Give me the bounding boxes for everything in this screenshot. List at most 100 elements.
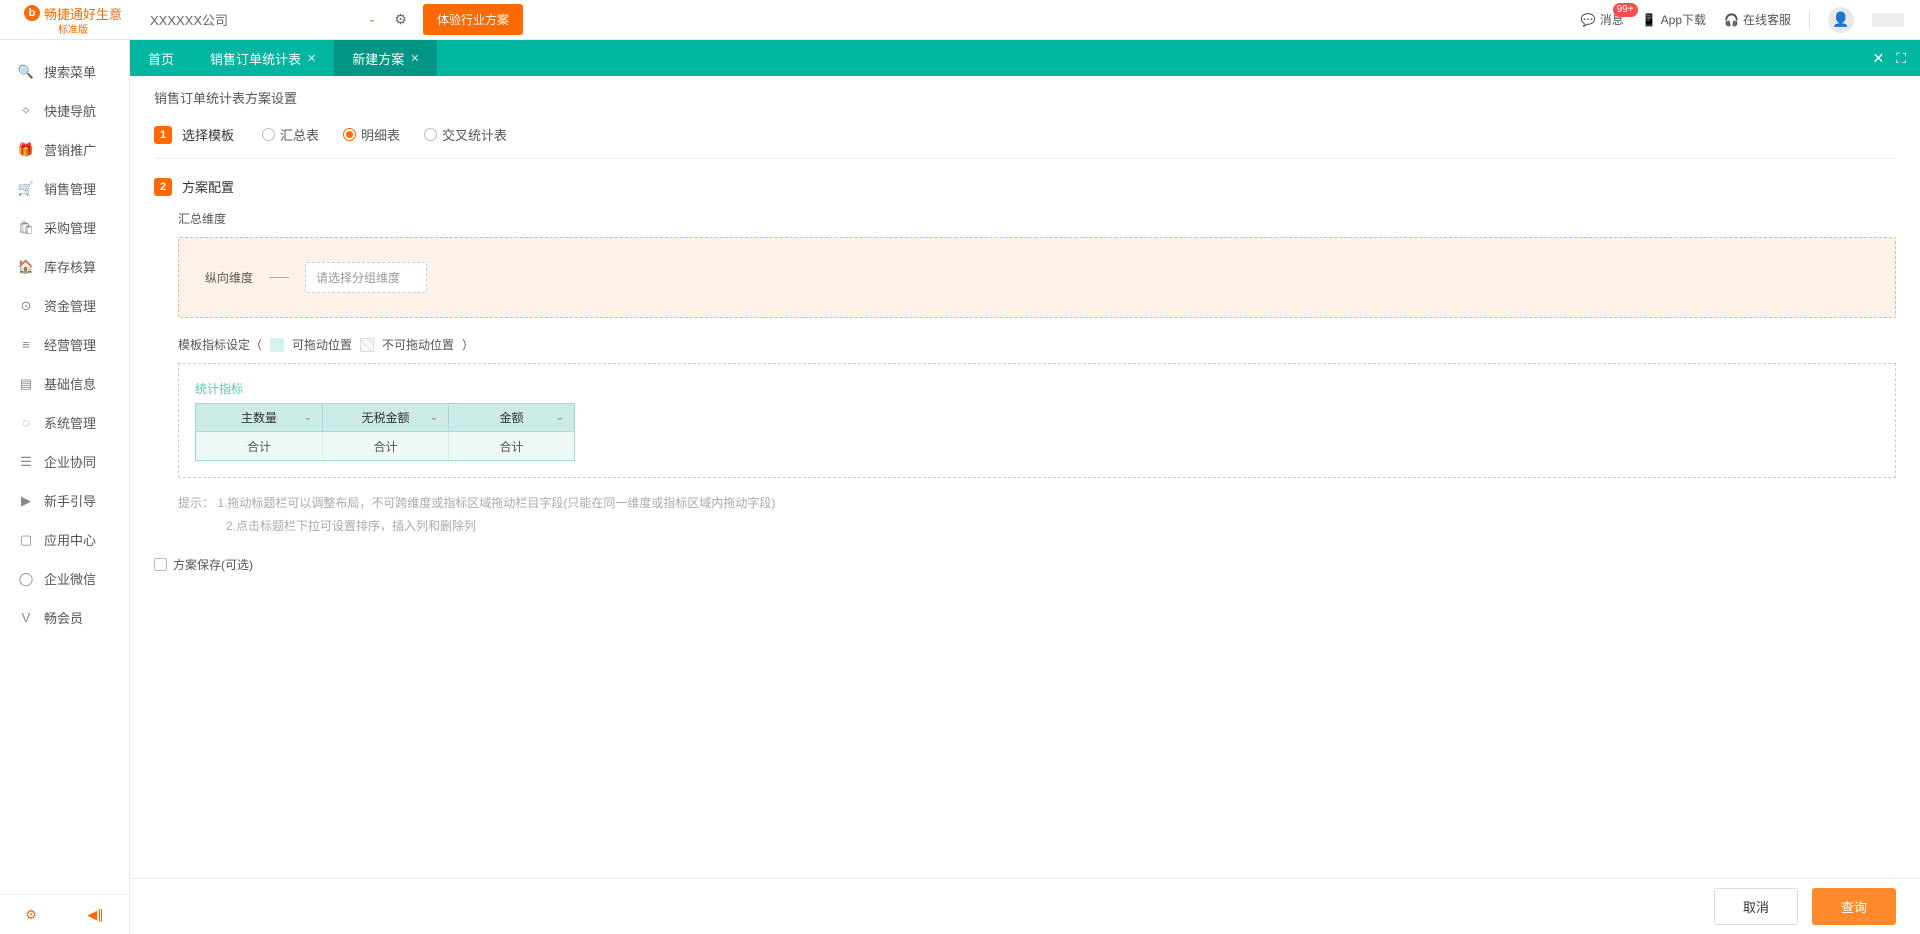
main: 首页销售订单统计表✕新建方案✕ ✕ ⛶ 销售订单统计表方案设置 1 选择模板 汇… [130,40,1920,934]
sidebar-icon: 🛒 [18,181,34,197]
gear-icon[interactable]: ⚙ [394,11,407,28]
sidebar-item-label: 销售管理 [44,179,96,198]
app-download-link[interactable]: 📱 App下载 [1642,11,1706,28]
sidebar-item-14[interactable]: V畅会员 [0,598,129,637]
close-icon[interactable]: ✕ [307,52,316,65]
divider [154,158,1896,159]
sidebar-item-label: 快捷导航 [44,101,96,120]
divider [1809,11,1810,29]
metric-header-cell[interactable]: 金额⌄ [448,404,574,432]
sidebar-item-label: 企业微信 [44,569,96,588]
sidebar-icon: 🛍 [18,220,34,236]
sidebar-item-label: 库存核算 [44,257,96,276]
legend-draggable-swatch [270,338,284,352]
sidebar-icon: ≡ [18,337,34,353]
sidebar-icon: 🔍 [18,64,34,80]
company-selector[interactable]: XXXXXX公司 ⌄ [150,10,376,29]
tab-0[interactable]: 首页 [130,40,192,76]
sidebar-item-0[interactable]: 🔍 搜索菜单 [0,52,129,91]
step-2-row: 2 方案配置 [154,177,1896,196]
sidebar-item-8[interactable]: ▤基础信息 [0,364,129,403]
collapse-icon[interactable]: ◀∥ [87,907,104,923]
settings-icon[interactable]: ⚙ [25,907,37,923]
sidebar-item-9[interactable]: ◌ 系统管理 [0,403,129,442]
step-1-row: 1 选择模板 汇总表 明细表 交叉统计表 [154,125,1896,144]
template-radio[interactable]: 汇总表 [262,125,319,144]
radio-label: 明细表 [361,125,400,144]
sidebar-item-7[interactable]: ≡ 经营管理 [0,325,129,364]
logo[interactable]: b 畅捷通好生意 标准版 [16,4,130,36]
step-1-label: 选择模板 [182,125,234,144]
chevron-down-icon[interactable]: ⌄ [556,412,564,423]
chevron-down-icon[interactable]: ⌄ [430,412,438,423]
sidebar-item-11[interactable]: ▶新手引导 [0,481,129,520]
sidebar-item-label: 经营管理 [44,335,96,354]
metric-table: 主数量⌄无税金额⌄金额⌄ 合计合计合计 [195,403,575,461]
tab-label: 销售订单统计表 [210,49,301,68]
sidebar-item-label: 系统管理 [44,413,96,432]
template-radio-group: 汇总表 明细表 交叉统计表 [262,125,507,144]
query-button[interactable]: 查询 [1812,888,1896,925]
save-plan-row: 方案保存(可选) [154,556,1896,573]
template-radio[interactable]: 明细表 [343,125,400,144]
sidebar-item-label: 采购管理 [44,218,96,237]
sidebar-item-label: 企业协同 [44,452,96,471]
username[interactable] [1872,13,1904,27]
metric-header-cell[interactable]: 主数量⌄ [196,404,322,432]
save-plan-checkbox[interactable] [154,558,167,571]
metric-dropzone: 统计指标 主数量⌄无税金额⌄金额⌄ 合计合计合计 [178,363,1896,478]
sidebar-item-12[interactable]: ▢应用中心 [0,520,129,559]
sidebar-item-label: 搜索菜单 [44,62,96,81]
sidebar-item-label: 资金管理 [44,296,96,315]
chevron-down-icon[interactable]: ⌄ [304,412,312,423]
avatar[interactable]: 👤 [1828,7,1854,33]
cancel-button[interactable]: 取消 [1714,888,1798,925]
headset-icon: 🎧 [1724,13,1739,27]
message-icon: 💬 [1581,13,1596,27]
sidebar-footer: ⚙ ◀∥ [0,894,129,934]
sidebar-icon: ⊙ [18,298,34,314]
content: 销售订单统计表方案设置 1 选择模板 汇总表 明细表 交叉统计表 2 方案配置 汇总… [130,76,1920,934]
summary-dim-label: 汇总维度 [178,210,1896,227]
sidebar-item-1[interactable]: ✧ 快捷导航 [0,91,129,130]
vertical-dim-label: 纵向维度 [203,269,253,286]
radio-icon [424,128,437,141]
close-icon[interactable]: ✕ [410,52,419,65]
chevron-down-icon: ⌄ [368,14,376,25]
sidebar-item-5[interactable]: 🏠 库存核算 [0,247,129,286]
sidebar-icon: ▢ [18,532,34,548]
step-1-badge: 1 [154,126,172,144]
sidebar-item-2[interactable]: 🎁营销推广 [0,130,129,169]
save-plan-label: 方案保存(可选) [173,556,253,573]
sidebar-icon: 🏠 [18,259,34,275]
template-radio[interactable]: 交叉统计表 [424,125,507,144]
sidebar-item-13[interactable]: ◯企业微信 [0,559,129,598]
metric-header-cell[interactable]: 无税金额⌄ [322,404,448,432]
sidebar-item-4[interactable]: 🛍 采购管理 [0,208,129,247]
phone-icon: 📱 [1642,13,1657,27]
sidebar-item-label: 新手引导 [44,491,96,510]
close-all-icon[interactable]: ✕ [1872,50,1884,67]
sidebar-item-3[interactable]: 🛒 销售管理 [0,169,129,208]
sidebar-item-10[interactable]: ☰企业协同 [0,442,129,481]
page-subtitle: 销售订单统计表方案设置 [154,88,1896,107]
radio-label: 汇总表 [280,125,319,144]
dimension-select[interactable]: 请选择分组维度 [305,262,427,293]
fullscreen-icon[interactable]: ⛶ [1896,50,1906,67]
tab-1[interactable]: 销售订单统计表 ✕ [192,40,334,76]
logo-edition: 标准版 [58,21,88,36]
sidebar-icon: 🎁 [18,142,34,158]
metric-title: 统计指标 [195,380,1879,397]
dimension-dropzone: 纵向维度 请选择分组维度 [178,237,1896,318]
messages-link[interactable]: 💬 消息 99+ [1581,11,1624,28]
sidebar-item-6[interactable]: ⊙ 资金管理 [0,286,129,325]
radio-label: 交叉统计表 [442,125,507,144]
step-2-label: 方案配置 [182,177,234,196]
try-plan-button[interactable]: 体验行业方案 [423,4,523,35]
legend: 模板指标设定（ 可拖动位置 不可拖动位置 ） [178,336,1896,353]
sidebar-icon: ✧ [18,103,34,119]
sidebar-icon: ◌ [18,415,34,431]
radio-icon [343,128,356,141]
tab-2[interactable]: 新建方案✕ [334,40,437,76]
online-service-link[interactable]: 🎧 在线客服 [1724,11,1791,28]
